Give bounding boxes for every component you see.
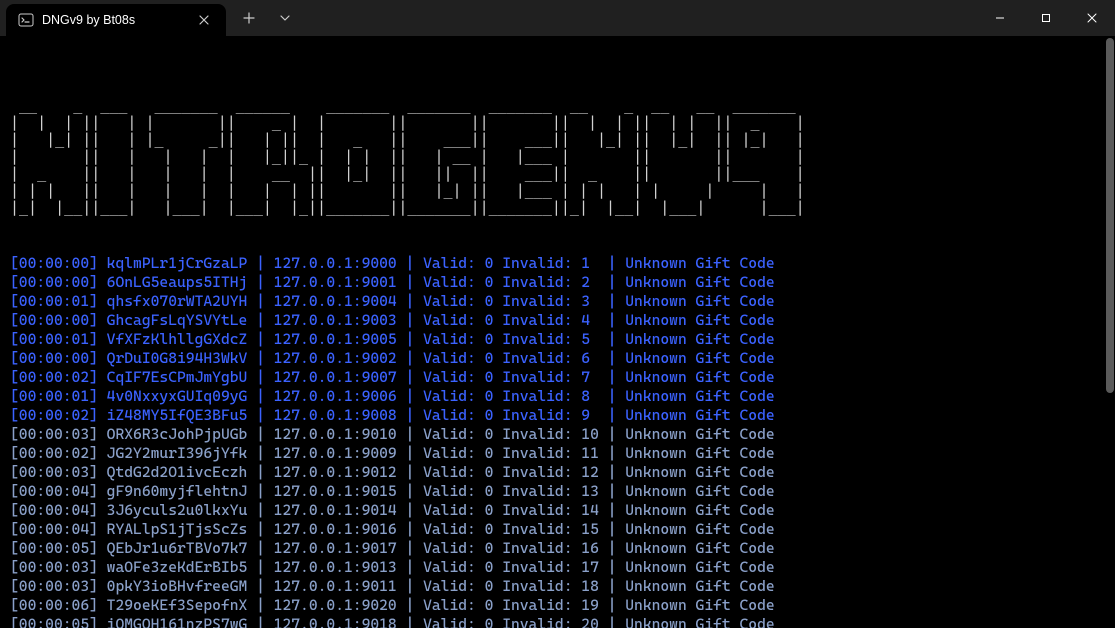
terminal-body[interactable]: __ _ ___ _______ ______ _______ _______ … (0, 36, 1115, 628)
log-line: [00:00:05] QEbJr1u6rTBVo7k7 | 127.0.0.1:… (10, 539, 1105, 558)
log-line: [00:00:02] JG2Y2murI396jYfk | 127.0.0.1:… (10, 444, 1105, 463)
log-line: [00:00:05] iQMGOH161nzPS7wG | 127.0.0.1:… (10, 615, 1105, 628)
new-tab-button[interactable] (232, 4, 266, 32)
log-line: [00:00:01] 4v0NxxyxGUIq09yG | 127.0.0.1:… (10, 387, 1105, 406)
terminal-icon (18, 12, 34, 28)
log-line: [00:00:03] 0pkY3ioBHvfreeGM | 127.0.0.1:… (10, 577, 1105, 596)
log-line: [00:00:00] 6OnLG5eaups5ITHj | 127.0.0.1:… (10, 273, 1105, 292)
log-line: [00:00:04] 3J6yculs2u0lkxYu | 127.0.0.1:… (10, 501, 1105, 520)
tab-active[interactable]: DNGv9 by Bt08s (6, 4, 226, 36)
log-line: [00:00:02] CqIF7EsCPmJmYgbU | 127.0.0.1:… (10, 368, 1105, 387)
vertical-scrollbar[interactable] (1106, 38, 1114, 393)
log-line: [00:00:01] qhsfx070rWTA2UYH | 127.0.0.1:… (10, 292, 1105, 311)
log-line: [00:00:00] kqlmPLr1jCrGzaLP | 127.0.0.1:… (10, 254, 1105, 273)
log-line: [00:00:03] ORX6R3cJohPjpUGb | 127.0.0.1:… (10, 425, 1105, 444)
close-window-button[interactable] (1069, 0, 1115, 36)
log-line: [00:00:04] gF9n60myjflehtnJ | 127.0.0.1:… (10, 482, 1105, 501)
log-line: [00:00:06] T29oeKEf3SepofnX | 127.0.0.1:… (10, 596, 1105, 615)
log-line: [00:00:00] QrDuI0G8i94H3WkV | 127.0.0.1:… (10, 349, 1105, 368)
tab-dropdown-button[interactable] (268, 4, 302, 32)
titlebar-drag-area[interactable] (308, 0, 977, 36)
tabbar-controls (226, 0, 308, 36)
log-line: [00:00:03] QtdG2d2O1ivcEczh | 127.0.0.1:… (10, 463, 1105, 482)
titlebar: DNGv9 by Bt08s (0, 0, 1115, 36)
log-line: [00:00:01] VfXFzKlhllgGXdcZ | 127.0.0.1:… (10, 330, 1105, 349)
ascii-banner: __ _ ___ _______ ______ _______ _______ … (10, 80, 1105, 216)
maximize-button[interactable] (1023, 0, 1069, 36)
log-line: [00:00:03] waOFe3zeKdErBIb5 | 127.0.0.1:… (10, 558, 1105, 577)
log-line: [00:00:02] iZ48MY5IfQE3BFu5 | 127.0.0.1:… (10, 406, 1105, 425)
log-line: [00:00:00] GhcagFsLqYSVYtLe | 127.0.0.1:… (10, 311, 1105, 330)
tab-close-button[interactable] (196, 12, 212, 28)
minimize-button[interactable] (977, 0, 1023, 36)
tab-title: DNGv9 by Bt08s (42, 13, 188, 27)
window-controls (977, 0, 1115, 36)
log-output: [00:00:00] kqlmPLr1jCrGzaLP | 127.0.0.1:… (10, 254, 1105, 628)
log-line: [00:00:04] RYALlpS1jTjsScZs | 127.0.0.1:… (10, 520, 1105, 539)
